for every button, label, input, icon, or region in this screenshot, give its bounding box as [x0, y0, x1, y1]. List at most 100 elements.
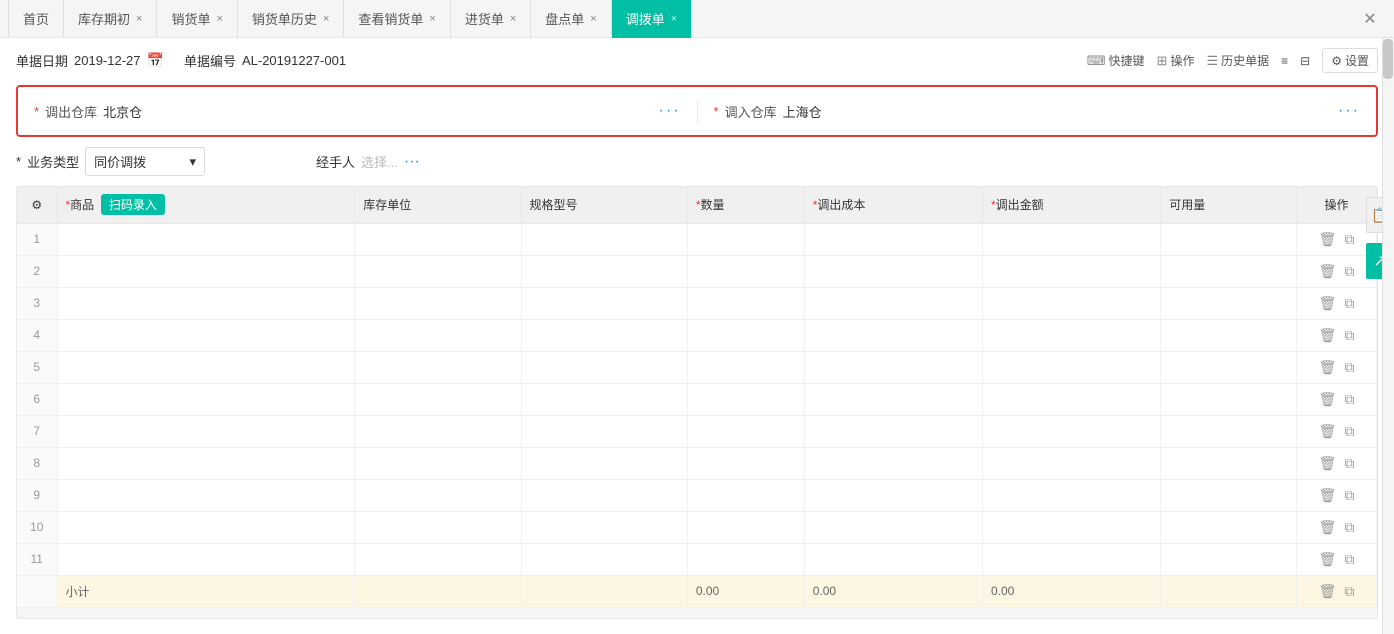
delete-icon[interactable]: 🗑 [1319, 487, 1337, 504]
subtotal-cost: 0.00 [804, 575, 982, 607]
delete-icon[interactable]: 🗑 [1319, 391, 1337, 408]
tab-sales-order[interactable]: 销货单 × [157, 0, 237, 38]
tab-inventory-init[interactable]: 库存期初 × [64, 0, 157, 38]
tab-inventory-count-close[interactable]: × [590, 13, 596, 25]
settings-button[interactable]: ⚙ 设置 [1322, 48, 1378, 73]
business-type-value: 同价调拨 [94, 152, 146, 171]
row-available [1161, 383, 1297, 415]
row-action: 🗑 ⧉ [1297, 543, 1377, 575]
row-num: 4 [17, 319, 57, 351]
delete-icon[interactable]: 🗑 [1319, 263, 1337, 280]
table-row: 7 🗑 ⧉ [17, 415, 1377, 447]
tab-transfer-order[interactable]: 调拨单 × [612, 0, 692, 38]
copy-icon[interactable]: ⧉ [1344, 391, 1354, 408]
tab-inventory-init-label: 库存期初 [78, 9, 130, 28]
row-spec [521, 223, 687, 255]
operation-action[interactable]: ⊞ 操作 [1157, 52, 1195, 69]
date-label: 单据日期 [16, 51, 68, 70]
tab-sales-history[interactable]: 销货单历史 × [238, 0, 344, 38]
row-available [1161, 319, 1297, 351]
scrollbar-thumb[interactable] [1383, 39, 1393, 79]
copy-icon[interactable]: ⧉ [1344, 359, 1354, 376]
row-action: 🗑 ⧉ [1297, 255, 1377, 287]
row-spec [521, 415, 687, 447]
delete-icon[interactable]: 🗑 [1319, 455, 1337, 472]
number-field: 单据编号 AL-20191227-001 [184, 51, 346, 70]
in-warehouse-value: 上海仓 [783, 102, 822, 121]
row-cost [804, 511, 982, 543]
horizontal-scrollbar[interactable] [17, 608, 1377, 618]
row-product [57, 447, 355, 479]
calendar-icon[interactable]: 📅 [147, 52, 164, 69]
row-action: 🗑 ⧉ [1297, 287, 1377, 319]
layout2-action[interactable]: ⊟ [1300, 54, 1310, 68]
contact-placeholder[interactable]: 选择... [361, 152, 398, 171]
chevron-down-icon: ▾ [190, 154, 197, 170]
copy-icon[interactable]: ⧉ [1344, 519, 1354, 536]
in-warehouse-dots[interactable]: ··· [1338, 102, 1360, 120]
row-unit [355, 319, 521, 351]
row-unit [355, 511, 521, 543]
row-unit [355, 255, 521, 287]
copy-icon[interactable]: ⧉ [1344, 487, 1354, 504]
row-available [1161, 415, 1297, 447]
tab-view-sales[interactable]: 查看销货单 × [344, 0, 450, 38]
warehouse-box: * 调出仓库 北京仓 ··· * 调入仓库 上海仓 ··· [16, 85, 1378, 137]
row-product [57, 479, 355, 511]
history-action[interactable]: ☰ 历史单据 [1206, 52, 1269, 69]
row-unit [355, 415, 521, 447]
vertical-scrollbar[interactable] [1382, 38, 1394, 634]
contact-field: 经手人 选择... ··· [316, 152, 420, 171]
th-gear[interactable]: ⚙ [17, 187, 57, 223]
row-quantity [687, 319, 804, 351]
scan-button[interactable]: 扫码录入 [101, 194, 165, 215]
out-warehouse-dots[interactable]: ··· [659, 102, 681, 120]
business-type-select[interactable]: 同价调拨 ▾ [85, 147, 205, 176]
delete-icon[interactable]: 🗑 [1319, 423, 1337, 440]
delete-icon[interactable]: 🗑 [1319, 583, 1337, 600]
tab-transfer-order-close[interactable]: × [671, 13, 677, 25]
contact-dots[interactable]: ··· [404, 153, 420, 171]
tab-sales-order-close[interactable]: × [216, 13, 222, 25]
window-close-button[interactable]: ✕ [1354, 0, 1386, 38]
tab-view-sales-close[interactable]: × [429, 13, 435, 25]
layout1-action[interactable]: ≡ [1281, 54, 1288, 68]
th-spec: 规格型号 [521, 187, 687, 223]
row-quantity [687, 511, 804, 543]
delete-icon[interactable]: 🗑 [1319, 231, 1337, 248]
shortcut-label: 快捷键 [1109, 52, 1145, 69]
copy-icon[interactable]: ⧉ [1344, 263, 1354, 280]
settings-label: 设置 [1345, 52, 1369, 69]
subtotal-label: 小计 [57, 575, 355, 607]
copy-icon[interactable]: ⧉ [1344, 327, 1354, 344]
table-row: 2 🗑 ⧉ [17, 255, 1377, 287]
copy-icon[interactable]: ⧉ [1344, 583, 1354, 600]
row-cost [804, 351, 982, 383]
delete-icon[interactable]: 🗑 [1319, 359, 1337, 376]
delete-icon[interactable]: 🗑 [1319, 327, 1337, 344]
copy-icon[interactable]: ⧉ [1344, 231, 1354, 248]
tab-sales-history-close[interactable]: × [323, 13, 329, 25]
header-actions: ⌨ 快捷键 ⊞ 操作 ☰ 历史单据 ≡ ⊟ ⚙ 设置 [1087, 48, 1378, 73]
tab-purchase-order[interactable]: 进货单 × [451, 0, 531, 38]
transfer-table: ⚙ *商品 扫码录入 库存单位 规格型号 *数量 *调出成本 *调出金额 可用量… [17, 187, 1377, 608]
row-spec [521, 447, 687, 479]
number-label: 单据编号 [184, 51, 236, 70]
copy-icon[interactable]: ⧉ [1344, 455, 1354, 472]
tab-inventory-init-close[interactable]: × [136, 13, 142, 25]
table-row: 11 🗑 ⧉ [17, 543, 1377, 575]
delete-icon[interactable]: 🗑 [1319, 519, 1337, 536]
tab-purchase-order-close[interactable]: × [510, 13, 516, 25]
tab-home[interactable]: 首页 [8, 0, 64, 38]
copy-icon[interactable]: ⧉ [1344, 423, 1354, 440]
shortcut-action[interactable]: ⌨ 快捷键 [1087, 52, 1145, 69]
delete-icon[interactable]: 🗑 [1319, 551, 1337, 568]
tab-inventory-count[interactable]: 盘点单 × [531, 0, 611, 38]
layout1-icon: ≡ [1281, 54, 1288, 68]
copy-icon[interactable]: ⧉ [1344, 551, 1354, 568]
copy-icon[interactable]: ⧉ [1344, 295, 1354, 312]
row-cost [804, 287, 982, 319]
delete-icon[interactable]: 🗑 [1319, 295, 1337, 312]
row-product [57, 223, 355, 255]
table-row: 8 🗑 ⧉ [17, 447, 1377, 479]
